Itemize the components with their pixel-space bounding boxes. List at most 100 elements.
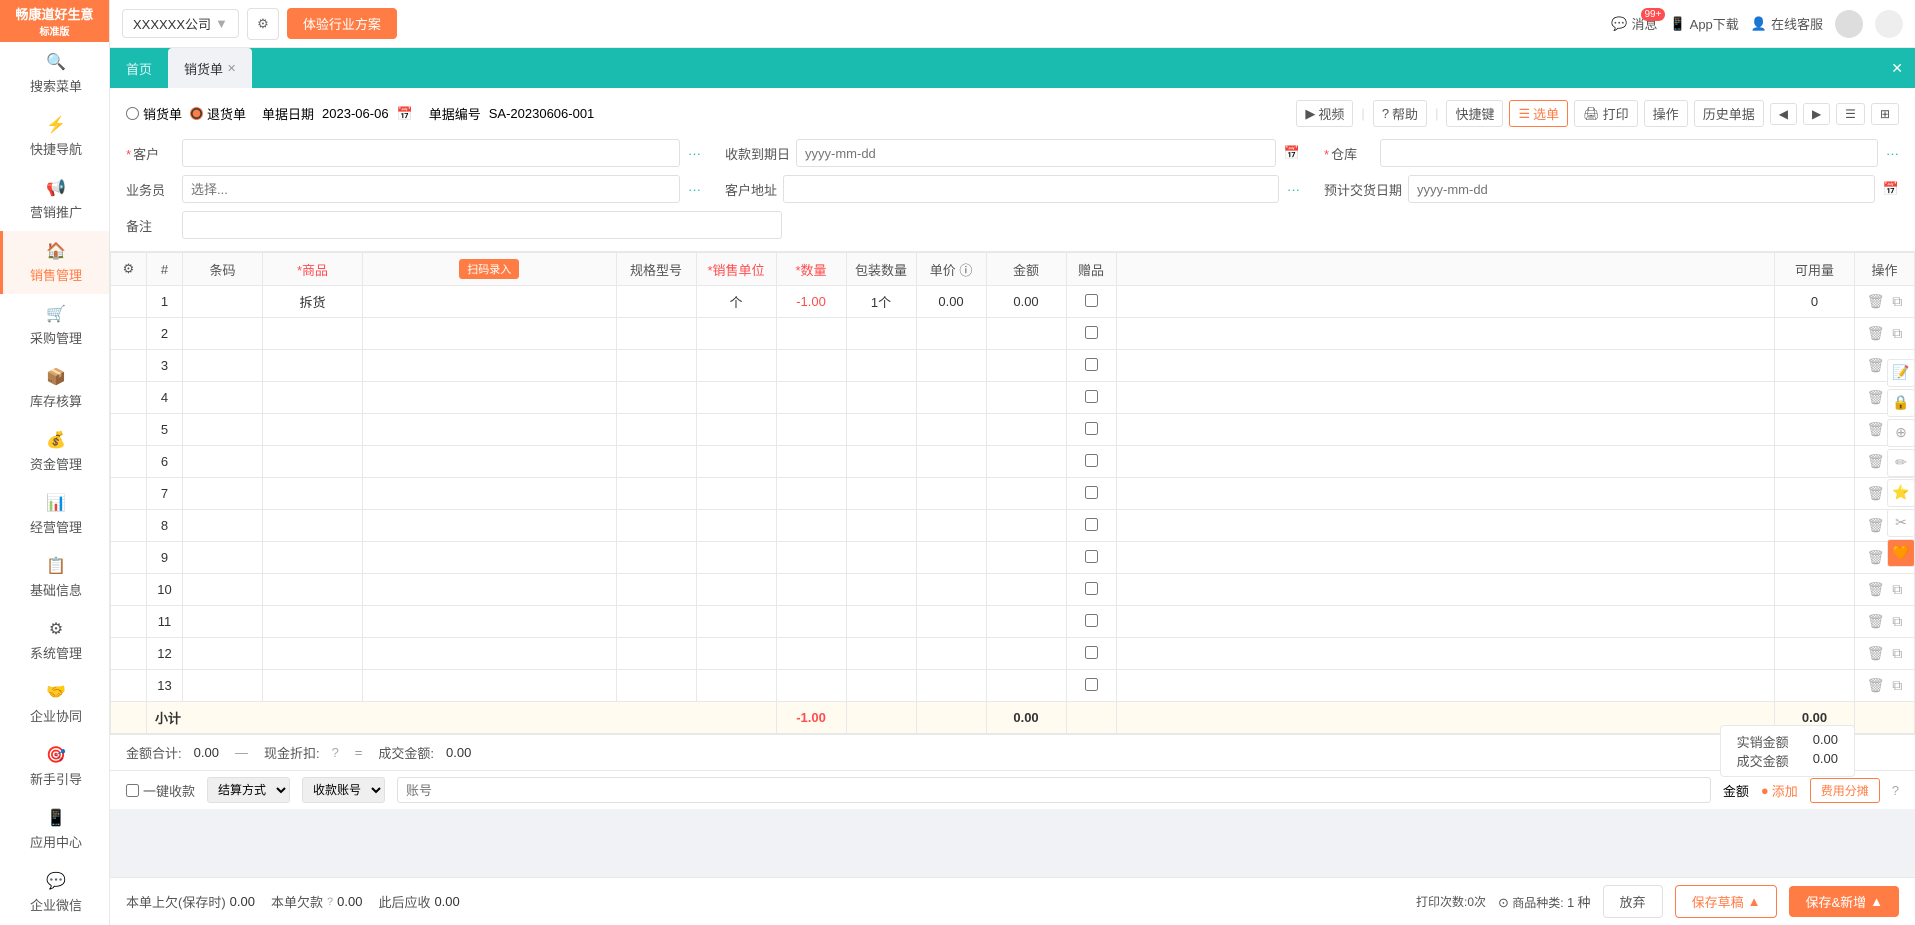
delete-row-btn-12[interactable]: 🗑 bbox=[1867, 645, 1885, 661]
discard-button[interactable]: 放弃 bbox=[1603, 885, 1663, 918]
radio-sales-input[interactable] bbox=[126, 107, 139, 120]
sidebar-item-guide[interactable]: 🎯 新手引导 bbox=[0, 735, 109, 798]
float-btn-2[interactable]: 🔒 bbox=[1887, 389, 1915, 417]
copy-row-btn-10[interactable]: ⧉ bbox=[1892, 581, 1902, 597]
delete-row-btn-13[interactable]: 🗑 bbox=[1867, 677, 1885, 693]
tab-home[interactable]: 首页 bbox=[110, 48, 168, 88]
customer-input[interactable] bbox=[182, 139, 680, 167]
logo[interactable]: 畅康道好生意 标准版 bbox=[0, 0, 109, 42]
cell-barcode-3[interactable] bbox=[183, 350, 263, 382]
float-btn-7[interactable]: 🧡 bbox=[1887, 539, 1915, 567]
customer-more-icon[interactable]: ··· bbox=[688, 146, 701, 161]
payment-help-icon[interactable]: ? bbox=[1892, 783, 1899, 798]
gift-checkbox-4[interactable] bbox=[1085, 390, 1098, 403]
radio-icon[interactable]: ⊙ bbox=[1498, 895, 1509, 910]
gift-checkbox-12[interactable] bbox=[1085, 646, 1098, 659]
cell-gift-13[interactable] bbox=[1066, 670, 1116, 702]
company-selector[interactable]: XXXXXX公司 ▼ bbox=[122, 9, 239, 38]
one-click-checkbox[interactable] bbox=[126, 784, 139, 797]
cell-gift-12[interactable] bbox=[1066, 638, 1116, 670]
sidebar-item-quicknav[interactable]: ⚡ 快捷导航 bbox=[0, 105, 109, 168]
delete-row-btn-1[interactable]: 🗑 bbox=[1867, 293, 1885, 309]
payment-due-input[interactable] bbox=[796, 139, 1276, 167]
filter-btn[interactable]: ☰ 选单 bbox=[1509, 100, 1568, 127]
sidebar-item-finance[interactable]: 💰 资金管理 bbox=[0, 420, 109, 483]
question-icon2[interactable]: ? bbox=[327, 896, 333, 908]
cell-barcode-6[interactable] bbox=[183, 446, 263, 478]
sidebar-item-purchase[interactable]: 🛒 采购管理 bbox=[0, 294, 109, 357]
calendar-icon[interactable]: 📅 bbox=[397, 106, 413, 122]
float-btn-6[interactable]: ✂ bbox=[1887, 509, 1915, 537]
sidebar-item-collab[interactable]: 🤝 企业协同 bbox=[0, 672, 109, 735]
scan-btn[interactable]: 扫码录入 bbox=[459, 259, 519, 279]
user-avatar[interactable] bbox=[1835, 10, 1863, 38]
settings-button[interactable]: ⚙ bbox=[247, 8, 279, 40]
copy-row-btn-12[interactable]: ⧉ bbox=[1892, 645, 1902, 661]
copy-row-btn-13[interactable]: ⧉ bbox=[1892, 677, 1902, 693]
warehouse-more-icon[interactable]: ··· bbox=[1886, 146, 1899, 161]
sidebar-item-inventory[interactable]: 📦 库存核算 bbox=[0, 357, 109, 420]
sidebar-item-operations[interactable]: 📊 经营管理 bbox=[0, 483, 109, 546]
gift-checkbox-7[interactable] bbox=[1085, 486, 1098, 499]
cell-gift-3[interactable] bbox=[1066, 350, 1116, 382]
radio-return[interactable]: 退货单 bbox=[190, 104, 246, 123]
radio-return-input[interactable] bbox=[190, 107, 203, 120]
gift-checkbox-8[interactable] bbox=[1085, 518, 1098, 531]
delete-row-btn-5[interactable]: 🗑 bbox=[1867, 421, 1885, 437]
cell-gift-7[interactable] bbox=[1066, 478, 1116, 510]
cell-gift-11[interactable] bbox=[1066, 606, 1116, 638]
delete-row-btn-11[interactable]: 🗑 bbox=[1867, 613, 1885, 629]
warehouse-input[interactable]: 建材仓 bbox=[1380, 139, 1878, 167]
cell-barcode-2[interactable] bbox=[183, 318, 263, 350]
cell-gift-4[interactable] bbox=[1066, 382, 1116, 414]
delete-row-btn-9[interactable]: 🗑 bbox=[1867, 549, 1885, 565]
one-click-payment[interactable]: 一键收款 bbox=[126, 781, 195, 800]
copy-row-btn-1[interactable]: ⧉ bbox=[1892, 293, 1902, 309]
account-number-input[interactable] bbox=[397, 777, 1711, 803]
cell-gift-2[interactable] bbox=[1066, 318, 1116, 350]
expected-delivery-calendar-icon[interactable]: 📅 bbox=[1883, 181, 1899, 197]
copy-row-btn-2[interactable]: ⧉ bbox=[1892, 325, 1902, 341]
sidebar-item-wechat[interactable]: 💬 企业微信 bbox=[0, 861, 109, 924]
sidebar-item-marketing[interactable]: 📢 营销推广 bbox=[0, 168, 109, 231]
delete-row-btn-8[interactable]: 🗑 bbox=[1867, 517, 1885, 533]
remarks-input[interactable] bbox=[182, 211, 782, 239]
operation-btn[interactable]: 操作 bbox=[1644, 100, 1688, 127]
delete-row-btn-7[interactable]: 🗑 bbox=[1867, 485, 1885, 501]
user-avatar2[interactable] bbox=[1875, 10, 1903, 38]
close-all-tabs-icon[interactable]: ✕ bbox=[1891, 60, 1903, 77]
th-scan[interactable]: 扫码录入 bbox=[363, 253, 617, 286]
sidebar-item-search[interactable]: 🔍 搜索菜单 bbox=[0, 42, 109, 105]
account-select[interactable]: 收款账号 bbox=[302, 777, 385, 803]
cell-gift-9[interactable] bbox=[1066, 542, 1116, 574]
cell-barcode-9[interactable] bbox=[183, 542, 263, 574]
float-btn-3[interactable]: ⊕ bbox=[1887, 419, 1915, 447]
grid-view-btn[interactable]: ⊞ bbox=[1871, 103, 1899, 125]
sidebar-item-appstore[interactable]: 📱 应用中心 bbox=[0, 798, 109, 861]
save-draft-button[interactable]: 保存草稿 ▲ bbox=[1675, 885, 1778, 918]
delete-row-btn-3[interactable]: 🗑 bbox=[1867, 357, 1885, 373]
cell-barcode-1[interactable] bbox=[183, 286, 263, 318]
prev-btn[interactable]: ◀ bbox=[1770, 103, 1797, 125]
copy-row-btn-11[interactable]: ⧉ bbox=[1892, 613, 1902, 629]
delete-row-btn-6[interactable]: 🗑 bbox=[1867, 453, 1885, 469]
delete-row-btn-4[interactable]: 🗑 bbox=[1867, 389, 1885, 405]
float-btn-4[interactable]: ✏ bbox=[1887, 449, 1915, 477]
cell-barcode-8[interactable] bbox=[183, 510, 263, 542]
sidebar-item-sales[interactable]: 🏠 销售管理 bbox=[0, 231, 109, 294]
customer-addr-more-icon[interactable]: ··· bbox=[1287, 182, 1300, 197]
cell-gift-5[interactable] bbox=[1066, 414, 1116, 446]
add-button[interactable]: ● 添加 bbox=[1761, 781, 1798, 800]
message-button[interactable]: 💬 消息 99+ bbox=[1611, 14, 1657, 33]
radio-sales[interactable]: 销货单 bbox=[126, 104, 182, 123]
gift-checkbox-3[interactable] bbox=[1085, 358, 1098, 371]
question-icon[interactable]: ? bbox=[332, 745, 339, 760]
tab-sales-order[interactable]: 销货单 ✕ bbox=[168, 48, 252, 88]
cell-barcode-5[interactable] bbox=[183, 414, 263, 446]
delete-row-btn-10[interactable]: 🗑 bbox=[1867, 581, 1885, 597]
history-btn[interactable]: 历史单据 bbox=[1694, 100, 1764, 127]
list-view-btn[interactable]: ☰ bbox=[1836, 103, 1865, 125]
gift-checkbox-5[interactable] bbox=[1085, 422, 1098, 435]
expected-delivery-input[interactable] bbox=[1408, 175, 1875, 203]
help-btn[interactable]: ? 帮助 bbox=[1373, 100, 1427, 127]
